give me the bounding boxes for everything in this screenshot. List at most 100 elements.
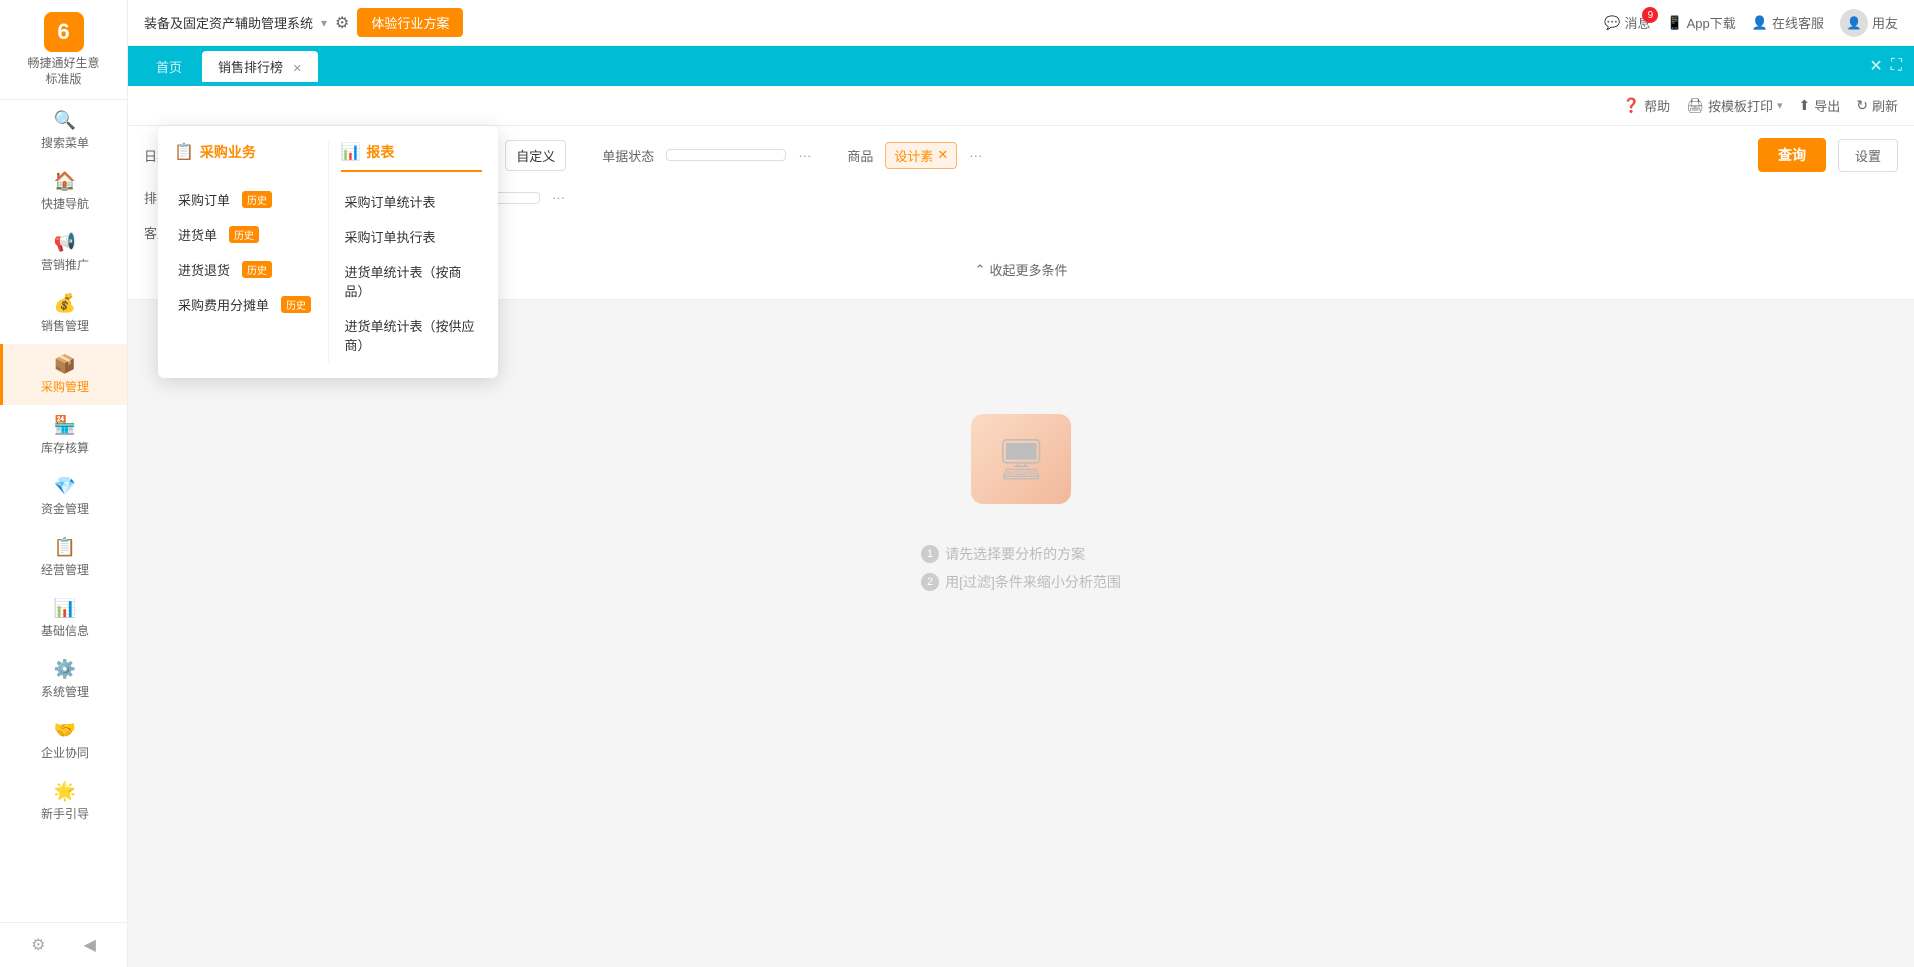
header-left: 装备及固定资产辅助管理系统 ▾ ⚙ 体验行业方案	[144, 8, 463, 37]
sidebar-item-label: 快捷导航	[41, 195, 89, 212]
purchase-section-icon: 📋	[174, 142, 194, 162]
guide-icon: 🌟	[54, 781, 76, 802]
logo-icon: 6	[44, 12, 84, 52]
dropdown-overlay[interactable]: 📋 采购业务 采购订单 历史 进货单 历史 进货退货	[128, 86, 1914, 967]
menu-item-order-exec[interactable]: 采购订单执行表	[341, 219, 483, 254]
industry-btn[interactable]: 体验行业方案	[357, 8, 463, 37]
sidebar-footer: ⚙ ◀	[0, 922, 127, 967]
sidebar-item-label: 新手引导	[41, 805, 89, 822]
sidebar-item-label: 企业协同	[41, 744, 89, 761]
online-service-action[interactable]: 👤 在线客服	[1752, 13, 1824, 32]
mobile-icon: 📱	[1666, 15, 1682, 31]
menu-item-inbound-by-supplier[interactable]: 进货单统计表（按供应商）	[341, 308, 483, 362]
menu-item-expense-label: 采购费用分摊单	[178, 295, 269, 314]
sales-icon: 💰	[54, 293, 76, 314]
tab-actions: ✕ ⛶	[1869, 56, 1902, 76]
sidebar-item-finance[interactable]: 💎 资金管理	[0, 466, 127, 527]
sidebar-item-label: 销售管理	[41, 317, 89, 334]
base-info-icon: 📊	[54, 598, 76, 619]
menu-item-inbound-by-goods[interactable]: 进货单统计表（按商品）	[341, 254, 483, 308]
menu-item-purchase-order-label: 采购订单	[178, 190, 230, 209]
sidebar-item-label: 库存核算	[41, 439, 89, 456]
footer-settings-icon[interactable]: ⚙	[31, 935, 45, 955]
sidebar-item-label: 营销推广	[41, 256, 89, 273]
sidebar-logo: 6 畅捷通好生意 标准版	[0, 0, 127, 100]
online-service-label: 在线客服	[1772, 13, 1824, 32]
section-divider	[328, 142, 329, 362]
tab-home-label: 首页	[156, 60, 182, 75]
notification-icon: 💬	[1604, 15, 1620, 31]
sidebar-item-purchase[interactable]: 📦 采购管理	[0, 344, 127, 405]
tab-sales-rank[interactable]: 销售排行榜 ✕	[202, 51, 318, 82]
purchase-icon: 📦	[54, 354, 76, 375]
inventory-icon: 🏪	[54, 415, 76, 436]
menu-item-inbound-by-goods-label: 进货单统计表（按商品）	[345, 262, 479, 300]
sidebar-item-search[interactable]: 🔍 搜索菜单	[0, 100, 127, 161]
sidebar-item-label: 系统管理	[41, 683, 89, 700]
sidebar-item-sales[interactable]: 💰 销售管理	[0, 283, 127, 344]
report-section-label: 报表	[366, 142, 394, 162]
report-section: 📊 报表 采购订单统计表 采购订单执行表 进货单统计表（按商品）	[341, 142, 483, 362]
sidebar-item-inventory[interactable]: 🏪 库存核算	[0, 405, 127, 466]
top-header: 装备及固定资产辅助管理系统 ▾ ⚙ 体验行业方案 💬 消息 9 📱 App下载 …	[128, 0, 1914, 46]
sidebar-item-operations[interactable]: 📋 经营管理	[0, 527, 127, 588]
history-badge-1: 历史	[229, 226, 259, 243]
sidebar: 6 畅捷通好生意 标准版 🔍 搜索菜单 🏠 快捷导航 📢 营销推广 💰 销售管理…	[0, 0, 128, 967]
system-title: 装备及固定资产辅助管理系统	[144, 13, 313, 32]
cooperation-icon: 🤝	[54, 720, 76, 741]
main-content: 装备及固定资产辅助管理系统 ▾ ⚙ 体验行业方案 💬 消息 9 📱 App下载 …	[128, 0, 1914, 967]
sidebar-item-label: 基础信息	[41, 622, 89, 639]
sidebar-item-guide[interactable]: 🌟 新手引导	[0, 771, 127, 832]
header-right: 💬 消息 9 📱 App下载 👤 在线客服 👤 用友	[1604, 9, 1898, 37]
window-expand-icon[interactable]: ⛶	[1891, 57, 1902, 75]
app-download-label: App下载	[1687, 13, 1736, 32]
app-download-action[interactable]: 📱 App下载	[1666, 13, 1735, 32]
report-section-title: 📊 报表	[341, 142, 483, 172]
notification-action[interactable]: 💬 消息 9	[1604, 13, 1650, 32]
menu-item-return-label: 进货退货	[178, 260, 230, 279]
purchase-section-title: 📋 采购业务	[174, 142, 316, 170]
menu-item-inbound[interactable]: 进货单 历史	[174, 217, 316, 252]
service-icon: 👤	[1752, 15, 1768, 31]
tab-sales-rank-label: 销售排行榜	[218, 60, 283, 75]
history-badge-2: 历史	[242, 261, 272, 278]
dropdown-menu: 📋 采购业务 采购订单 历史 进货单 历史 进货退货	[158, 126, 498, 378]
purchase-section: 📋 采购业务 采购订单 历史 进货单 历史 进货退货	[174, 142, 316, 362]
history-badge-3: 历史	[281, 296, 311, 313]
purchase-section-label: 采购业务	[200, 142, 256, 162]
menu-item-inbound-label: 进货单	[178, 225, 217, 244]
notification-badge: 9	[1642, 7, 1658, 23]
history-badge-0: 历史	[242, 191, 272, 208]
dropdown-arrow-icon[interactable]: ▾	[321, 16, 327, 30]
menu-item-inbound-by-supplier-label: 进货单统计表（按供应商）	[345, 316, 479, 354]
tab-home[interactable]: 首页	[140, 51, 198, 82]
logo-text: 畅捷通好生意 标准版	[27, 56, 99, 87]
menu-item-return[interactable]: 进货退货 历史	[174, 252, 316, 287]
menu-item-purchase-order[interactable]: 采购订单 历史	[174, 182, 316, 217]
sidebar-item-system[interactable]: ⚙️ 系统管理	[0, 649, 127, 710]
footer-collapse-icon[interactable]: ◀	[84, 935, 96, 955]
menu-item-order-stats[interactable]: 采购订单统计表	[341, 184, 483, 219]
search-icon: 🔍	[54, 110, 76, 131]
sidebar-item-cooperation[interactable]: 🤝 企业协同	[0, 710, 127, 771]
sidebar-item-marketing[interactable]: 📢 营销推广	[0, 222, 127, 283]
operations-icon: 📋	[54, 537, 76, 558]
system-icon: ⚙️	[54, 659, 76, 680]
user-action[interactable]: 👤 用友	[1840, 9, 1898, 37]
sidebar-item-label: 经营管理	[41, 561, 89, 578]
sidebar-nav: 🔍 搜索菜单 🏠 快捷导航 📢 营销推广 💰 销售管理 📦 采购管理 🏪 库存核…	[0, 100, 127, 922]
menu-item-order-exec-label: 采购订单执行表	[345, 227, 436, 246]
sidebar-item-quick-nav[interactable]: 🏠 快捷导航	[0, 161, 127, 222]
sidebar-item-label: 资金管理	[41, 500, 89, 517]
report-section-icon: 📊	[341, 142, 361, 162]
tab-bar: 首页 销售排行榜 ✕ ✕ ⛶	[128, 46, 1914, 86]
tab-close-icon[interactable]: ✕	[293, 63, 302, 75]
window-close-icon[interactable]: ✕	[1869, 56, 1882, 76]
dropdown-sections: 📋 采购业务 采购订单 历史 进货单 历史 进货退货	[174, 142, 482, 362]
header-settings-icon[interactable]: ⚙	[335, 13, 349, 33]
sidebar-item-base-info[interactable]: 📊 基础信息	[0, 588, 127, 649]
content-wrapper: ❓ 帮助 🖨 按模板打印 ▾ ⬆ 导出 ↻ 刷新 日期 2	[128, 86, 1914, 967]
home-icon: 🏠	[54, 171, 76, 192]
menu-item-expense[interactable]: 采购费用分摊单 历史	[174, 287, 316, 322]
menu-item-order-stats-label: 采购订单统计表	[345, 192, 436, 211]
